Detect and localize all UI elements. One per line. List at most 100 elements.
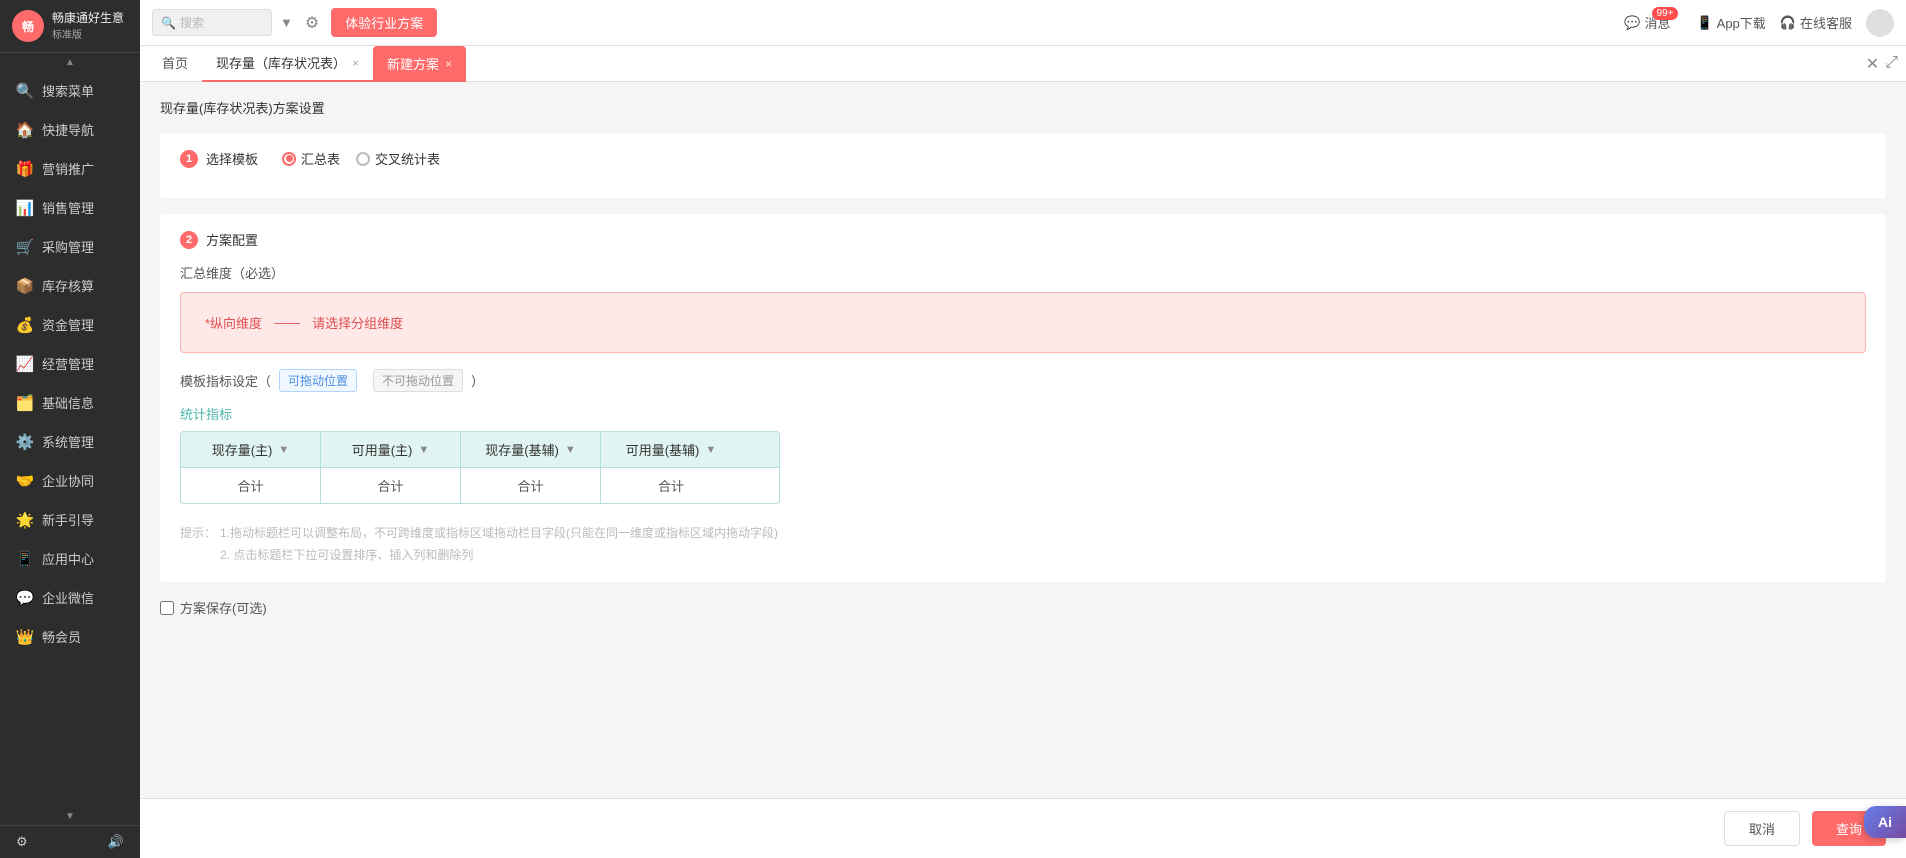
save-option-label: 方案保存(可选) <box>180 598 267 617</box>
chat-icon: 💬 <box>16 589 34 607</box>
page-title: 现存量(库存状况表)方案设置 <box>160 98 1886 117</box>
tab-inventory-label: 现存量（库存状况表） <box>216 53 346 72</box>
sidebar-item-search[interactable]: 🔍 搜索菜单 <box>0 71 140 110</box>
step1-section: 1 选择模板 汇总表 交叉统计表 <box>160 133 1886 198</box>
app-download-button[interactable]: 📱 App下载 <box>1696 13 1765 32</box>
message-button[interactable]: 💬 消息 99+ <box>1624 13 1670 32</box>
tab-window-controls: ✕ ⤢ <box>1866 54 1898 74</box>
sidebar-item-label: 资金管理 <box>42 315 94 334</box>
search-box[interactable]: 🔍 搜索 <box>152 9 272 36</box>
close-window-icon[interactable]: ✕ <box>1866 54 1879 74</box>
cell-total-3: 合计 <box>461 468 601 503</box>
sidebar-item-label: 营销推广 <box>42 159 94 178</box>
crown-icon: 👑 <box>16 628 34 646</box>
dropdown-arrow-icon[interactable]: ▼ <box>280 15 293 30</box>
sidebar-item-quick-nav[interactable]: 🏠 快捷导航 <box>0 110 140 149</box>
user-avatar[interactable] <box>1866 9 1894 37</box>
col-current-main[interactable]: 现存量(主) ▼ <box>181 432 321 467</box>
trial-button[interactable]: 体验行业方案 <box>331 8 437 37</box>
trend-icon: 📈 <box>16 355 34 373</box>
col-dropdown-icon[interactable]: ▼ <box>705 444 716 456</box>
dimension-section-label: 汇总维度（必选） <box>180 263 1866 282</box>
tip1: 提示： 1.拖动标题栏可以调整布局，不可跨维度或指标区域拖动栏目字段(只能在同一… <box>180 523 1866 545</box>
radio-summary-circle <box>282 152 296 166</box>
col-current-aux[interactable]: 现存量(基辅) ▼ <box>461 432 601 467</box>
step1-badge: 1 <box>180 150 198 168</box>
tab-new-plan-close[interactable]: × <box>445 57 452 71</box>
cell-total-1: 合计 <box>181 468 321 503</box>
sidebar-item-purchase[interactable]: 🛒 采购管理 <box>0 227 140 266</box>
sidebar-item-label: 基础信息 <box>42 393 94 412</box>
sidebar-logo: 畅 畅康通好生意 标准版 <box>0 0 140 53</box>
tab-bar: 首页 现存量（库存状况表） × 新建方案 × ✕ ⤢ <box>140 46 1906 82</box>
cancel-button[interactable]: 取消 <box>1724 811 1800 846</box>
radio-cross-circle <box>356 152 370 166</box>
tab-inventory-status[interactable]: 现存量（库存状况表） × <box>202 46 373 82</box>
maximize-icon[interactable]: ⤢ <box>1885 54 1898 74</box>
col-label: 可用量(主) <box>352 440 413 459</box>
sidebar-scroll-up[interactable]: ▲ <box>0 53 140 71</box>
draggable-tag: 可拖动位置 <box>279 369 357 392</box>
sidebar-item-basic[interactable]: 🗂️ 基础信息 <box>0 383 140 422</box>
save-checkbox[interactable] <box>160 601 174 615</box>
col-dropdown-icon[interactable]: ▼ <box>418 444 429 456</box>
sidebar-bottom: ⚙ 🔊 <box>0 825 140 858</box>
handshake-icon: 🤝 <box>16 472 34 490</box>
radio-cross[interactable]: 交叉统计表 <box>356 149 440 168</box>
topbar-right: 💬 消息 99+ 📱 App下载 🎧 在线客服 <box>1624 9 1894 37</box>
template-radio-group: 汇总表 交叉统计表 <box>282 149 440 168</box>
col-dropdown-icon[interactable]: ▼ <box>565 444 576 456</box>
sidebar-item-label: 新手引导 <box>42 510 94 529</box>
col-dropdown-icon[interactable]: ▼ <box>278 444 289 456</box>
sidebar-item-app-center[interactable]: 📱 应用中心 <box>0 539 140 578</box>
audio-icon[interactable]: 🔊 <box>108 834 124 850</box>
sidebar-item-sales[interactable]: 📊 销售管理 <box>0 188 140 227</box>
col-label: 可用量(基辅) <box>626 440 700 459</box>
tab-new-plan[interactable]: 新建方案 × <box>373 46 466 82</box>
sidebar-item-label: 库存核算 <box>42 276 94 295</box>
sidebar-item-finance[interactable]: 💰 资金管理 <box>0 305 140 344</box>
col-available-main[interactable]: 可用量(主) ▼ <box>321 432 461 467</box>
tab-new-plan-label: 新建方案 <box>387 54 439 73</box>
gear-icon[interactable]: ⚙ <box>305 13 319 33</box>
save-option-row: 方案保存(可选) <box>160 598 1886 617</box>
sidebar-item-label: 快捷导航 <box>42 120 94 139</box>
col-label: 现存量(主) <box>212 440 273 459</box>
sidebar-item-marketing[interactable]: 🎁 营销推广 <box>0 149 140 188</box>
settings-bottom-icon[interactable]: ⚙ <box>16 834 28 850</box>
sidebar-item-newbie[interactable]: 🌟 新手引导 <box>0 500 140 539</box>
sidebar-item-inventory[interactable]: 📦 库存核算 <box>0 266 140 305</box>
folder-icon: 🗂️ <box>16 394 34 412</box>
gear-icon: ⚙️ <box>16 433 34 451</box>
sidebar-scroll-down[interactable]: ▼ <box>0 807 140 825</box>
sidebar-item-label: 经营管理 <box>42 354 94 373</box>
home-icon: 🏠 <box>16 121 34 139</box>
sidebar-item-label: 应用中心 <box>42 549 94 568</box>
radio-summary[interactable]: 汇总表 <box>282 149 340 168</box>
tab-inventory-close[interactable]: × <box>352 56 359 70</box>
sidebar-item-label: 采购管理 <box>42 237 94 256</box>
step1-header: 1 选择模板 汇总表 交叉统计表 <box>180 149 1866 168</box>
star-icon: 🌟 <box>16 511 34 529</box>
main-area: 🔍 搜索 ▼ ⚙ 体验行业方案 💬 消息 99+ 📱 App下载 🎧 在线客服 <box>140 0 1906 858</box>
ai-bubble[interactable]: Ai <box>1864 806 1906 838</box>
step2-badge: 2 <box>180 231 198 249</box>
sidebar-item-system[interactable]: ⚙️ 系统管理 <box>0 422 140 461</box>
search-icon: 🔍 <box>161 16 176 30</box>
sidebar-item-business[interactable]: 📈 经营管理 <box>0 344 140 383</box>
cell-total-2: 合计 <box>321 468 461 503</box>
online-service-button[interactable]: 🎧 在线客服 <box>1780 13 1852 32</box>
metrics-settings-suffix: ） <box>471 371 484 390</box>
tab-home[interactable]: 首页 <box>148 46 202 82</box>
tips-section: 提示： 1.拖动标题栏可以调整布局，不可跨维度或指标区域拖动栏目字段(只能在同一… <box>180 523 1866 566</box>
search-icon: 🔍 <box>16 82 34 100</box>
metrics-settings-row: 模板指标设定（ 可拖动位置 不可拖动位置 ） <box>180 369 1866 392</box>
col-available-aux[interactable]: 可用量(基辅) ▼ <box>601 432 741 467</box>
chart-icon: 📊 <box>16 199 34 217</box>
sidebar-item-member[interactable]: 👑 畅会员 <box>0 617 140 656</box>
non-draggable-tag: 不可拖动位置 <box>373 369 463 392</box>
sidebar-item-wechat[interactable]: 💬 企业微信 <box>0 578 140 617</box>
sidebar-item-contract[interactable]: 🤝 企业协同 <box>0 461 140 500</box>
dimension-area[interactable]: *纵向维度 —— 请选择分组维度 <box>180 292 1866 353</box>
topbar: 🔍 搜索 ▼ ⚙ 体验行业方案 💬 消息 99+ 📱 App下载 🎧 在线客服 <box>140 0 1906 46</box>
